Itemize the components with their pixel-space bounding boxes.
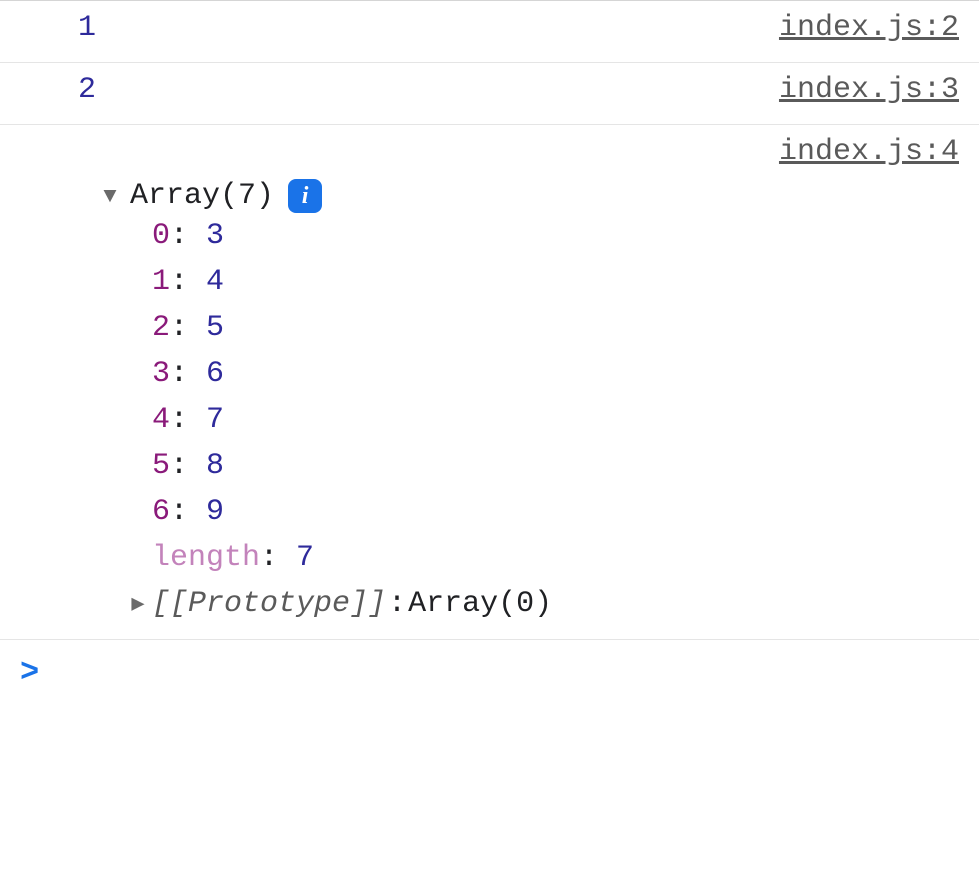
entry-index: 1 — [152, 265, 170, 299]
colon: : — [388, 587, 406, 621]
colon: : — [170, 449, 206, 483]
array-entry: 6: 9 — [98, 489, 959, 535]
array-entry: 1: 4 — [98, 259, 959, 305]
entry-value: 3 — [206, 219, 224, 253]
source-link[interactable]: index.js:4 — [779, 135, 959, 169]
array-entry: 4: 7 — [98, 397, 959, 443]
caret-down-icon: ▼ — [98, 184, 122, 209]
entry-value: 9 — [206, 495, 224, 529]
length-value: 7 — [296, 541, 314, 575]
console-prompt[interactable]: > — [0, 640, 979, 705]
colon: : — [170, 403, 206, 437]
array-entry: 0: 3 — [98, 213, 959, 259]
entry-index: 0 — [152, 219, 170, 253]
log-value: 2 — [78, 73, 96, 107]
entry-index: 2 — [152, 311, 170, 345]
colon: : — [170, 219, 206, 253]
entry-index: 6 — [152, 495, 170, 529]
array-label: Array(7) — [130, 179, 274, 213]
array-expand-toggle[interactable]: ▼ Array(7) i — [98, 179, 959, 213]
colon: : — [170, 311, 206, 345]
source-link[interactable]: index.js:3 — [779, 73, 959, 107]
info-icon[interactable]: i — [288, 179, 322, 213]
object-header: index.js:4 — [20, 135, 959, 169]
prototype-value: Array(0) — [408, 587, 552, 621]
entry-value: 4 — [206, 265, 224, 299]
console-log-row: 2 index.js:3 — [0, 62, 979, 124]
colon: : — [260, 541, 296, 575]
entry-index: 5 — [152, 449, 170, 483]
colon: : — [170, 495, 206, 529]
array-entry: 3: 6 — [98, 351, 959, 397]
source-link[interactable]: index.js:2 — [779, 11, 959, 45]
colon: : — [170, 357, 206, 391]
array-entry: 5: 8 — [98, 443, 959, 489]
prototype-key: [[Prototype]] — [152, 587, 386, 621]
prompt-caret-icon: > — [20, 654, 39, 691]
entry-index: 4 — [152, 403, 170, 437]
entry-value: 6 — [206, 357, 224, 391]
length-key: length — [152, 541, 260, 575]
caret-right-icon: ▶ — [126, 591, 150, 617]
length-property: length: 7 — [98, 535, 959, 581]
prototype-expand-toggle[interactable]: ▶ [[Prototype]]: Array(0) — [98, 581, 959, 627]
entry-index: 3 — [152, 357, 170, 391]
entry-value: 7 — [206, 403, 224, 437]
console-log-row: 1 index.js:2 — [0, 0, 979, 62]
console-panel: 1 index.js:2 2 index.js:3 index.js:4 ▼ A… — [0, 0, 979, 705]
entry-value: 5 — [206, 311, 224, 345]
object-body: ▼ Array(7) i 0: 3 1: 4 2: 5 3: 6 4: 7 5:… — [20, 169, 959, 627]
array-entry: 2: 5 — [98, 305, 959, 351]
entry-value: 8 — [206, 449, 224, 483]
log-value: 1 — [78, 11, 96, 45]
console-object-row: index.js:4 ▼ Array(7) i 0: 3 1: 4 2: 5 3… — [0, 124, 979, 640]
colon: : — [170, 265, 206, 299]
